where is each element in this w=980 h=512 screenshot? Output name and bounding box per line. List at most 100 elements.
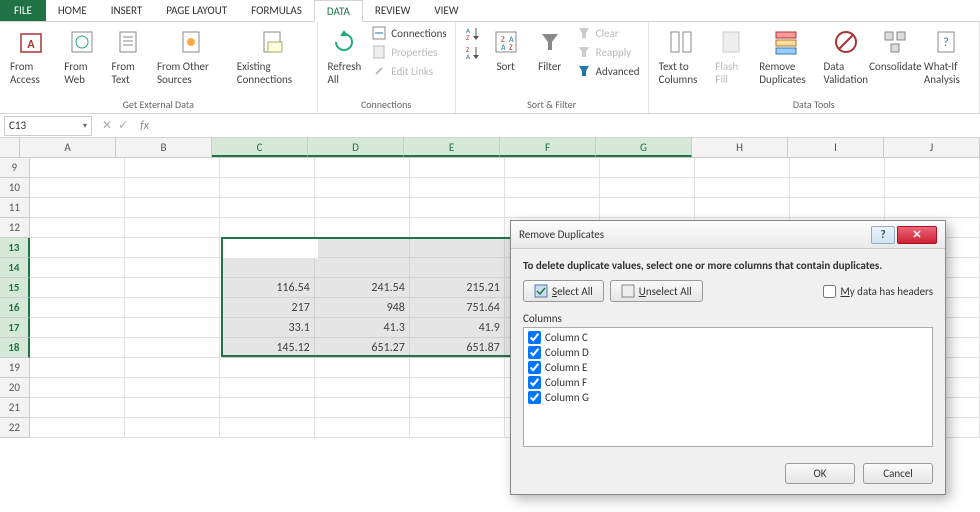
cell[interactable] <box>125 178 220 198</box>
cell[interactable] <box>410 238 505 258</box>
tab-formulas[interactable]: FORMULAS <box>239 0 314 21</box>
flash-fill-button[interactable]: Flash Fill <box>711 24 751 88</box>
cell[interactable] <box>315 358 410 378</box>
cell[interactable] <box>30 258 125 278</box>
column-item[interactable]: Column F <box>528 375 928 390</box>
row-header-19[interactable]: 19 <box>0 358 30 378</box>
cell[interactable] <box>125 198 220 218</box>
existing-connections-button[interactable]: Existing Connections <box>233 24 311 88</box>
reapply-button[interactable]: Reapply <box>574 43 642 61</box>
row-header-9[interactable]: 9 <box>0 158 30 178</box>
row-header-22[interactable]: 22 <box>0 418 30 438</box>
cell[interactable]: 33.1 <box>220 318 315 338</box>
cell[interactable]: 651.27 <box>315 338 410 358</box>
tab-review[interactable]: REVIEW <box>363 0 423 21</box>
tab-insert[interactable]: INSERT <box>99 0 155 21</box>
cell[interactable] <box>315 258 410 278</box>
cell[interactable] <box>125 358 220 378</box>
tab-view[interactable]: VIEW <box>422 0 470 21</box>
cell[interactable] <box>125 338 220 358</box>
fx-icon[interactable]: fx <box>136 119 153 133</box>
cell[interactable] <box>125 298 220 318</box>
column-item[interactable]: Column G <box>528 390 928 405</box>
cell[interactable] <box>410 378 505 398</box>
consolidate-button[interactable]: Consolidate <box>875 24 916 75</box>
data-validation-button[interactable]: Data Validation <box>821 24 871 88</box>
from-access-button[interactable]: AFrom Access <box>6 24 56 88</box>
col-header-E[interactable]: E <box>404 138 500 157</box>
cell[interactable] <box>410 418 505 438</box>
cell[interactable] <box>790 198 885 218</box>
row-header-10[interactable]: 10 <box>0 178 30 198</box>
row-header-20[interactable]: 20 <box>0 378 30 398</box>
cell[interactable] <box>30 238 125 258</box>
cell[interactable] <box>220 198 315 218</box>
cell[interactable]: 948 <box>315 298 410 318</box>
columns-listbox[interactable]: Column CColumn DColumn EColumn FColumn G <box>523 327 933 447</box>
cell[interactable] <box>790 158 885 178</box>
column-item[interactable]: Column D <box>528 345 928 360</box>
cell[interactable] <box>125 418 220 438</box>
cell[interactable] <box>695 158 790 178</box>
col-header-J[interactable]: J <box>884 138 980 157</box>
col-header-F[interactable]: F <box>500 138 596 157</box>
cell[interactable] <box>30 378 125 398</box>
cell[interactable] <box>315 178 410 198</box>
cell[interactable] <box>125 238 220 258</box>
cell[interactable] <box>505 158 600 178</box>
row-header-12[interactable]: 12 <box>0 218 30 238</box>
cell[interactable] <box>885 178 980 198</box>
cell[interactable] <box>220 358 315 378</box>
cell[interactable] <box>220 418 315 438</box>
cell[interactable]: 116.54 <box>220 278 315 298</box>
filter-button[interactable]: Filter <box>530 24 570 75</box>
row-header-14[interactable]: 14 <box>0 258 30 278</box>
cell[interactable] <box>505 198 600 218</box>
cell[interactable] <box>410 258 505 278</box>
col-header-I[interactable]: I <box>788 138 884 157</box>
row-header-16[interactable]: 16 <box>0 298 30 318</box>
cell[interactable] <box>125 278 220 298</box>
cell[interactable]: 241.54 <box>315 278 410 298</box>
cell[interactable]: 217 <box>220 298 315 318</box>
from-text-button[interactable]: From Text <box>108 24 149 88</box>
clear-button[interactable]: Clear <box>574 24 642 42</box>
cell[interactable]: 215.21 <box>410 278 505 298</box>
tab-file[interactable]: FILE <box>0 0 46 21</box>
row-header-11[interactable]: 11 <box>0 198 30 218</box>
sort-desc-button[interactable]: ZA <box>462 43 482 61</box>
cell[interactable] <box>600 158 695 178</box>
column-item[interactable]: Column E <box>528 360 928 375</box>
row-header-15[interactable]: 15 <box>0 278 30 298</box>
cell[interactable]: 751.64 <box>410 298 505 318</box>
cell[interactable] <box>125 258 220 278</box>
cell[interactable] <box>505 178 600 198</box>
tab-home[interactable]: HOME <box>46 0 99 21</box>
cell[interactable] <box>315 238 410 258</box>
name-box[interactable]: C13 <box>4 116 92 136</box>
cell[interactable] <box>315 198 410 218</box>
headers-checkbox[interactable]: My data has headers <box>823 285 933 298</box>
edit-links-button[interactable]: Edit Links <box>369 62 448 80</box>
cell[interactable] <box>30 418 125 438</box>
cell[interactable] <box>790 178 885 198</box>
cell[interactable] <box>30 398 125 418</box>
properties-button[interactable]: Properties <box>369 43 448 61</box>
cell[interactable] <box>885 158 980 178</box>
col-header-G[interactable]: G <box>596 138 692 157</box>
sort-asc-button[interactable]: AZ <box>462 24 482 42</box>
col-header-A[interactable]: A <box>20 138 116 157</box>
cell[interactable] <box>410 358 505 378</box>
tab-page-layout[interactable]: PAGE LAYOUT <box>154 0 239 21</box>
cell[interactable]: 651.87 <box>410 338 505 358</box>
cell[interactable] <box>315 398 410 418</box>
row-header-21[interactable]: 21 <box>0 398 30 418</box>
text-to-columns-button[interactable]: Text to Columns <box>655 24 708 88</box>
cell[interactable] <box>125 398 220 418</box>
cell[interactable] <box>220 238 315 258</box>
cell[interactable] <box>410 158 505 178</box>
col-header-H[interactable]: H <box>692 138 788 157</box>
col-header-D[interactable]: D <box>308 138 404 157</box>
cell[interactable] <box>885 198 980 218</box>
cell[interactable] <box>30 338 125 358</box>
